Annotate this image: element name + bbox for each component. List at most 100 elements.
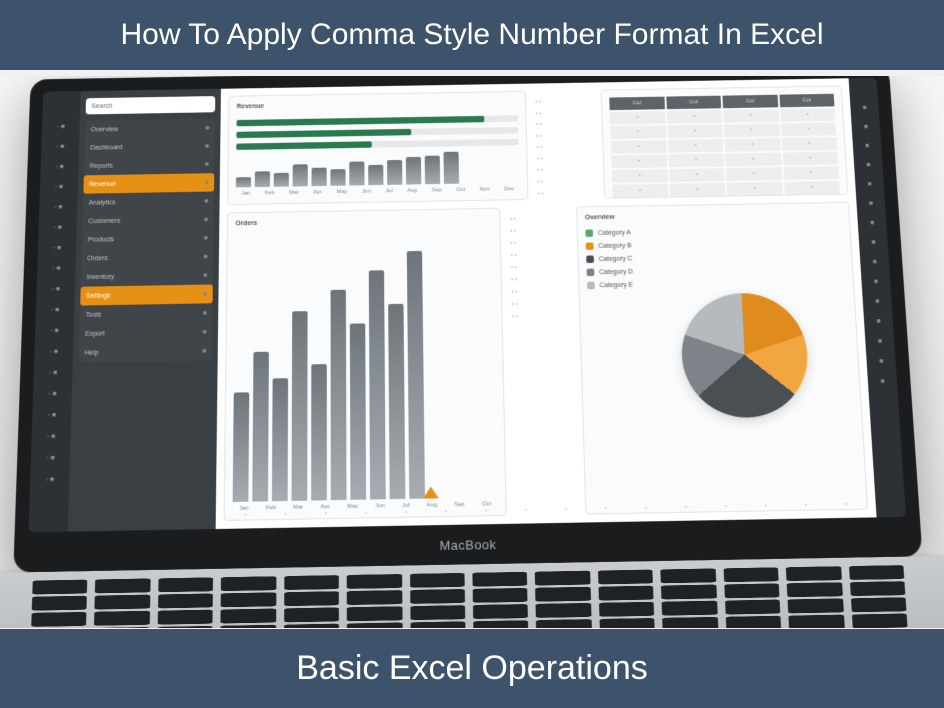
keyboard-key [725, 616, 781, 628]
ruler-tick: ▫ [445, 509, 447, 515]
data-value: ▫ ▫ [512, 313, 570, 323]
indicator-dot-icon [205, 126, 209, 130]
keyboard-key [473, 620, 528, 628]
revenue-x-labels: JanFebMarAprMayJunJulAugSepOctNovDec [236, 186, 520, 196]
ruler-tick: ▫ [685, 505, 687, 511]
bar [272, 378, 288, 501]
x-label: Apr [313, 190, 322, 196]
data-value: ▫ ▫ [536, 121, 593, 131]
x-label: Aug [407, 188, 417, 194]
panel-distribution: Overview Category ACategory BCategory CC… [576, 202, 868, 515]
table-cell: ▫ [781, 137, 837, 151]
ruler-tick: ◦ ■ [35, 427, 67, 445]
keyboard-key [535, 571, 590, 586]
sidebar-item-7[interactable]: Orders [81, 247, 213, 268]
keyboard-key [158, 610, 213, 625]
footer-banner: Basic Excel Operations [0, 629, 944, 708]
table-cell: ▫ [612, 184, 668, 198]
bar [331, 289, 347, 500]
data-value: ▫ ▫ [510, 216, 567, 226]
laptop-mockup: ◦ ■◦ ■◦ ■◦ ■◦ ■◦ ■◦ ■◦ ■◦ ■◦ ■◦ ■◦ ■◦ ■◦… [10, 76, 930, 628]
sidebar-item-8[interactable]: Inventory [81, 266, 213, 287]
legend-swatch-icon [586, 255, 594, 263]
ruler-tick: ■ [853, 105, 876, 120]
bar [293, 164, 308, 186]
sidebar-item-0[interactable]: Overview [85, 119, 215, 139]
keyboard-key [661, 585, 717, 600]
ruler-tick: ◦ ■ [43, 198, 74, 215]
sidebar-item-label: Customers [88, 218, 120, 225]
sidebar-item-11[interactable]: Export [79, 322, 212, 343]
ruler-tick: ■ [867, 318, 891, 334]
ruler-tick: ■ [868, 338, 892, 354]
keyboard-key [473, 588, 528, 603]
keyboard-key [410, 589, 465, 604]
sidebar-item-label: Inventory [87, 273, 115, 280]
keyboard-key [221, 592, 276, 607]
table-cell: ▫ [724, 124, 780, 138]
ruler-tick: ■ [864, 279, 888, 294]
x-label: Sep [432, 188, 442, 194]
ruler-tick: ■ [858, 181, 882, 196]
legend-swatch-icon [586, 242, 594, 250]
sidebar-item-2[interactable]: Reports [84, 155, 215, 175]
sidebar-item-6[interactable]: Products [82, 228, 214, 249]
sidebar-item-10[interactable]: Tools [80, 303, 213, 324]
x-label: May [337, 189, 348, 195]
ruler-tick: ◦ ■ [42, 239, 73, 256]
sidebar-item-12[interactable]: Help [79, 341, 213, 362]
ruler-tick: ■ [862, 239, 886, 254]
table-cell: ▫ [612, 169, 668, 183]
ruler-tick: ▫ [365, 510, 367, 516]
keyboard-key [32, 580, 87, 595]
panel-revenue: Revenue JanFebMarAprMayJunJulAugSepOctNo… [227, 91, 528, 205]
x-label: Jan [241, 191, 250, 197]
indicator-dot-icon [204, 199, 208, 203]
sidebar-item-label: Help [85, 349, 99, 356]
keyboard-key [724, 583, 780, 598]
bar [233, 392, 250, 502]
ruler-tick: ◦ ■ [37, 385, 69, 403]
sidebar-item-3[interactable]: Revenue [83, 173, 214, 194]
keyboard-key [598, 570, 653, 585]
keyboard-key [410, 621, 465, 628]
bar [443, 152, 459, 184]
sidebar-item-label: Export [85, 330, 105, 337]
screen-bezel: ◦ ■◦ ■◦ ■◦ ■◦ ■◦ ■◦ ■◦ ■◦ ■◦ ■◦ ■◦ ■◦ ■◦… [13, 76, 922, 573]
keyboard-key [347, 590, 402, 605]
sidebar-item-4[interactable]: Analytics [83, 191, 214, 212]
legend-item-2: Category C [586, 255, 632, 263]
data-column: ▫ ▫▫ ▫▫ ▫▫ ▫▫ ▫▫ ▫▫ ▫▫ ▫▫ ▫ [535, 90, 595, 200]
data-value: ▫ ▫ [537, 144, 594, 154]
keyboard-key [284, 591, 339, 606]
indicator-dot-icon [205, 162, 209, 166]
bar [236, 177, 251, 187]
sidebar-item-label: Dashboard [90, 144, 122, 151]
ruler-tick: ■ [869, 358, 893, 374]
table-cell: ▫ [783, 166, 839, 180]
ruler-tick: ◦ ■ [46, 118, 77, 135]
keyboard-key [725, 600, 781, 615]
bar [406, 157, 421, 184]
sidebar-item-label: Overview [91, 126, 119, 133]
sidebar-item-1[interactable]: Dashboard [84, 137, 214, 157]
table-cell: ▫ [610, 125, 665, 139]
search-input[interactable]: Search [86, 96, 216, 114]
keyboard-key [473, 604, 528, 619]
bar [350, 323, 366, 499]
marker-flag-icon [423, 486, 439, 498]
indicator-dot-icon [203, 273, 207, 277]
bar [407, 251, 425, 499]
keyboard-key [536, 587, 591, 602]
legend-swatch-icon [587, 269, 595, 277]
sidebar-item-9[interactable]: Settings [80, 284, 213, 305]
table-cell: ▫ [611, 155, 667, 169]
sidebar-item-label: Settings [86, 292, 110, 299]
data-column-2: ▫ ▫▫ ▫▫ ▫▫ ▫▫ ▫▫ ▫▫ ▫▫ ▫▫ ▫ [510, 207, 576, 516]
panel-orders-title: Orders [235, 216, 492, 230]
ruler-tick: ◦ ■ [41, 260, 72, 277]
footer-title: Basic Excel Operations [296, 649, 648, 687]
ruler-tick: ◦ ■ [37, 364, 69, 382]
hero-scene: ◦ ■◦ ■◦ ■◦ ■◦ ■◦ ■◦ ■◦ ■◦ ■◦ ■◦ ■◦ ■◦ ■◦… [0, 76, 944, 628]
sidebar-item-5[interactable]: Customers [82, 210, 213, 231]
